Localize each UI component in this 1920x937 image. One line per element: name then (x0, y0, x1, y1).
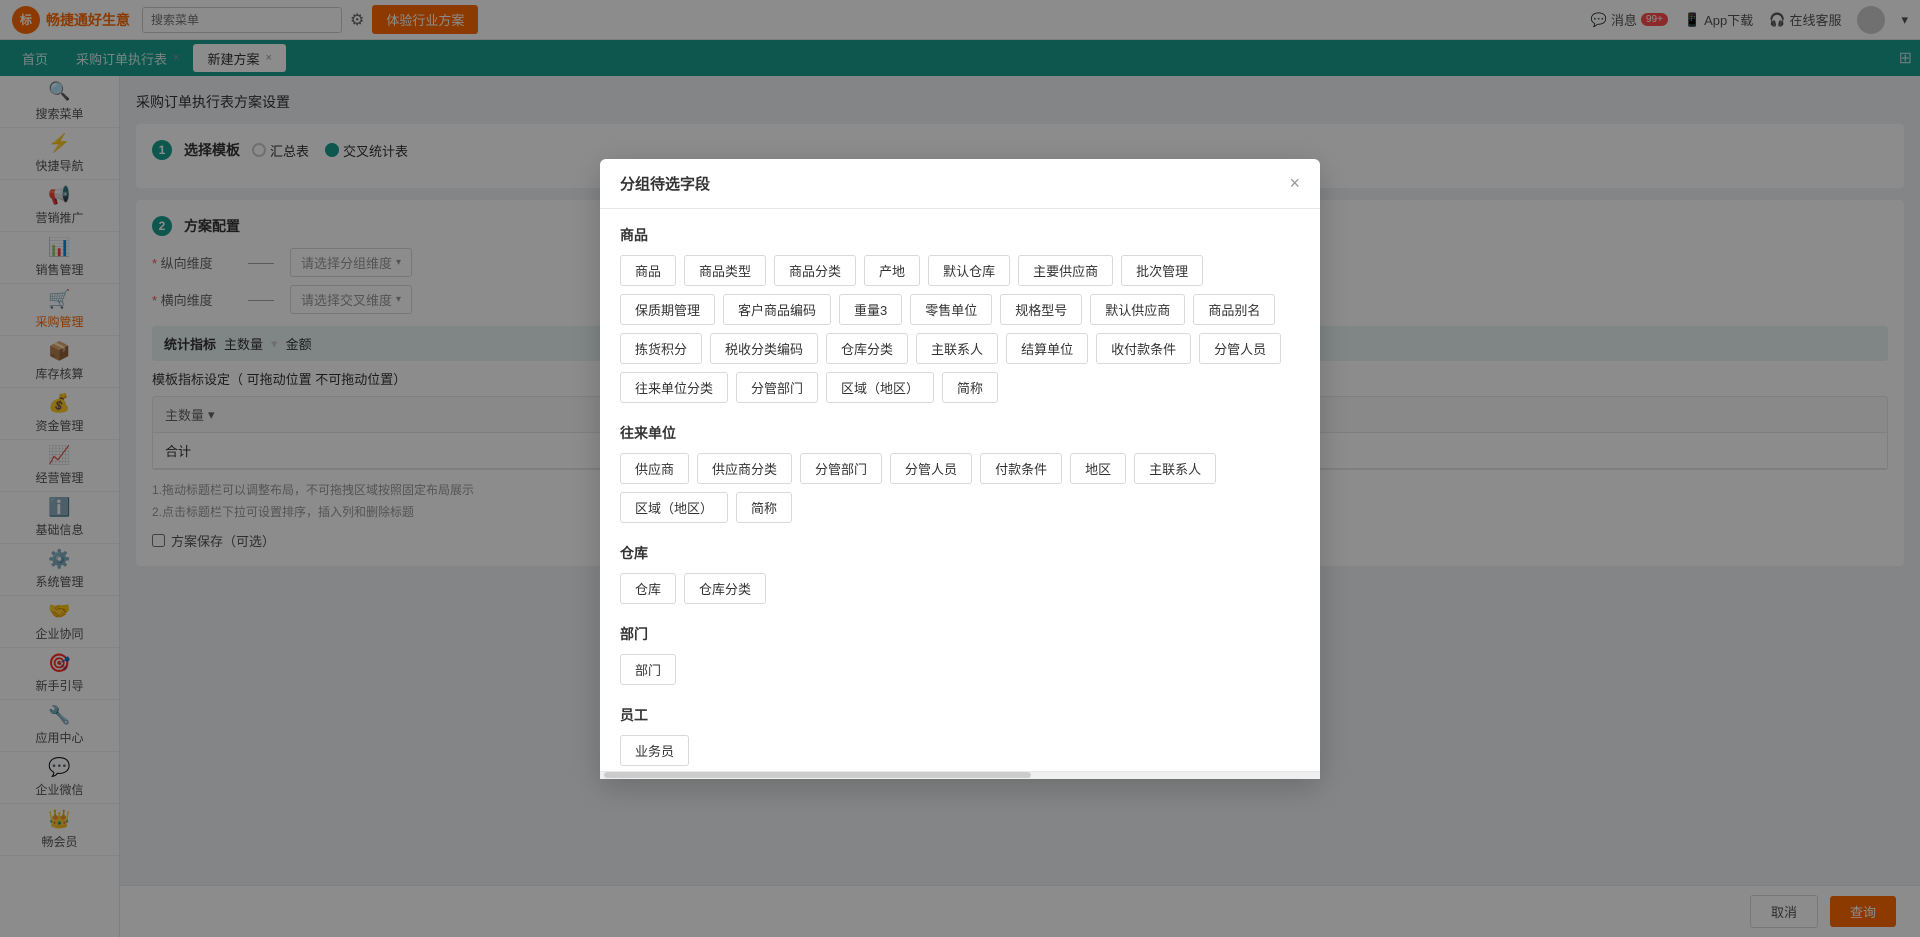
modal-overlay: 分组待选字段 × 商品 商品 商品类型 商品分类 产地 默认仓库 主要供应商 批… (0, 0, 1920, 937)
field-tag-pick-points[interactable]: 拣货积分 (620, 333, 702, 364)
modal-dialog: 分组待选字段 × 商品 商品 商品类型 商品分类 产地 默认仓库 主要供应商 批… (600, 159, 1320, 779)
section-partner-title: 往来单位 (620, 423, 1300, 443)
field-tag-dept-partner[interactable]: 分管部门 (800, 453, 882, 484)
field-tag-shelf-life[interactable]: 保质期管理 (620, 294, 715, 325)
field-tag-region-goods[interactable]: 区域（地区） (826, 372, 934, 403)
field-tag-short-name-goods[interactable]: 简称 (942, 372, 998, 403)
field-tag-tax-code[interactable]: 税收分类编码 (710, 333, 818, 364)
field-tag-origin[interactable]: 产地 (864, 255, 920, 286)
field-tag-customer-code[interactable]: 客户商品编码 (723, 294, 831, 325)
field-tag-goods-category[interactable]: 商品分类 (774, 255, 856, 286)
field-tag-warehouse-category[interactable]: 仓库分类 (826, 333, 908, 364)
section-warehouse-title: 仓库 (620, 543, 1300, 563)
field-tag-default-supplier[interactable]: 默认供应商 (1090, 294, 1185, 325)
section-partner-grid: 供应商 供应商分类 分管部门 分管人员 付款条件 地区 主联系人 区域（地区） … (620, 453, 1300, 523)
section-goods-title: 商品 (620, 225, 1300, 245)
section-goods-grid: 商品 商品类型 商品分类 产地 默认仓库 主要供应商 批次管理 保质期管理 客户… (620, 255, 1300, 403)
modal-body: 商品 商品 商品类型 商品分类 产地 默认仓库 主要供应商 批次管理 保质期管理… (600, 209, 1320, 771)
section-warehouse: 仓库 仓库 仓库分类 (620, 543, 1300, 604)
section-goods: 商品 商品 商品类型 商品分类 产地 默认仓库 主要供应商 批次管理 保质期管理… (620, 225, 1300, 403)
section-employee-title: 员工 (620, 705, 1300, 725)
field-tag-goods-alias[interactable]: 商品别名 (1193, 294, 1275, 325)
modal-hscroll-thumb[interactable] (604, 772, 1031, 778)
section-employee: 员工 业务员 (620, 705, 1300, 766)
field-tag-spec-model[interactable]: 规格型号 (1000, 294, 1082, 325)
modal-close-icon[interactable]: × (1289, 173, 1300, 194)
field-tag-weight[interactable]: 重量3 (839, 294, 902, 325)
section-employee-grid: 业务员 (620, 735, 1300, 766)
section-dept-title: 部门 (620, 624, 1300, 644)
field-tag-department[interactable]: 部门 (620, 654, 676, 685)
field-tag-salesperson[interactable]: 业务员 (620, 735, 689, 766)
field-tag-area[interactable]: 地区 (1070, 453, 1126, 484)
field-tag-default-warehouse[interactable]: 默认仓库 (928, 255, 1010, 286)
field-tag-supplier-category[interactable]: 供应商分类 (697, 453, 792, 484)
field-tag-warehouse[interactable]: 仓库 (620, 573, 676, 604)
field-tag-contact-partner[interactable]: 主联系人 (1134, 453, 1216, 484)
section-department: 部门 部门 (620, 624, 1300, 685)
field-tag-main-contact[interactable]: 主联系人 (916, 333, 998, 364)
field-tag-payment-cond[interactable]: 付款条件 (980, 453, 1062, 484)
modal-hscroll (600, 771, 1320, 779)
modal-title: 分组待选字段 (620, 173, 710, 194)
modal-header: 分组待选字段 × (600, 159, 1320, 209)
field-tag-region-partner[interactable]: 区域（地区） (620, 492, 728, 523)
field-tag-short-name-partner[interactable]: 简称 (736, 492, 792, 523)
field-tag-manager[interactable]: 分管人员 (1199, 333, 1281, 364)
field-tag-person-partner[interactable]: 分管人员 (890, 453, 972, 484)
field-tag-payment-terms[interactable]: 收付款条件 (1096, 333, 1191, 364)
field-tag-goods[interactable]: 商品 (620, 255, 676, 286)
section-dept-grid: 部门 (620, 654, 1300, 685)
section-partner: 往来单位 供应商 供应商分类 分管部门 分管人员 付款条件 地区 主联系人 区域… (620, 423, 1300, 523)
field-tag-warehouse-cat[interactable]: 仓库分类 (684, 573, 766, 604)
field-tag-supplier[interactable]: 供应商 (620, 453, 689, 484)
field-tag-dept[interactable]: 分管部门 (736, 372, 818, 403)
field-tag-settlement-unit[interactable]: 结算单位 (1006, 333, 1088, 364)
section-warehouse-grid: 仓库 仓库分类 (620, 573, 1300, 604)
field-tag-main-supplier[interactable]: 主要供应商 (1018, 255, 1113, 286)
field-tag-batch-mgmt[interactable]: 批次管理 (1121, 255, 1203, 286)
field-tag-goods-type[interactable]: 商品类型 (684, 255, 766, 286)
field-tag-partner-category[interactable]: 往来单位分类 (620, 372, 728, 403)
field-tag-retail-unit[interactable]: 零售单位 (910, 294, 992, 325)
